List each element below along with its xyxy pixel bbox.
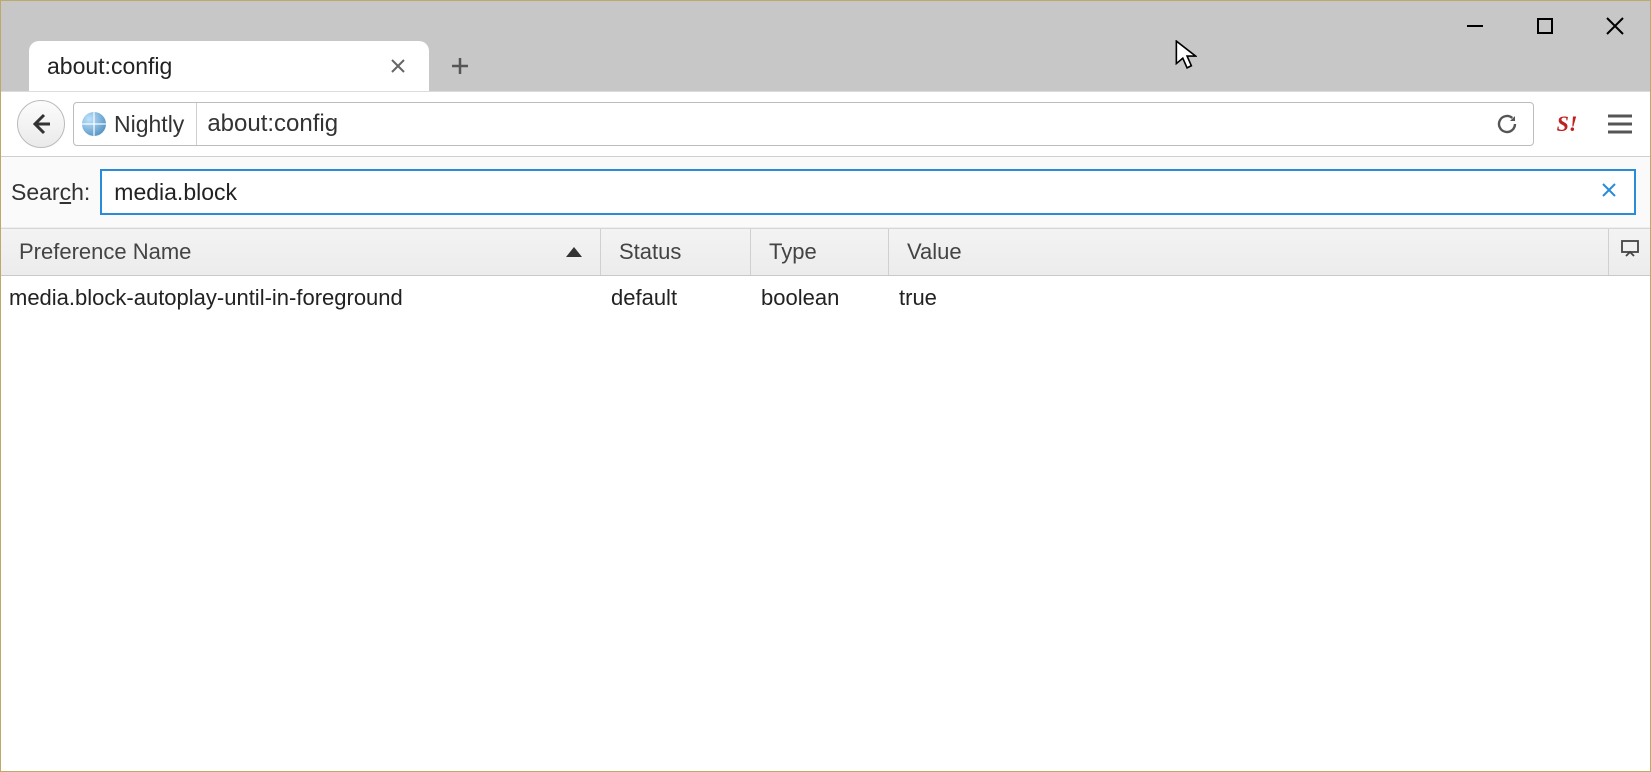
minimize-button[interactable]: [1440, 1, 1510, 51]
preference-rows: media.block-autoplay-until-in-foreground…: [1, 276, 1650, 771]
about-config-content: Search: Preference Name Status Type Valu…: [1, 157, 1650, 771]
cell-status: default: [601, 285, 751, 311]
search-label: Search:: [11, 179, 90, 206]
navigation-toolbar: Nightly S!: [1, 91, 1650, 157]
url-bar[interactable]: Nightly: [73, 102, 1534, 146]
column-header-value[interactable]: Value: [889, 229, 1608, 275]
cell-type: boolean: [751, 285, 889, 311]
column-header-status[interactable]: Status: [601, 229, 751, 275]
table-row[interactable]: media.block-autoplay-until-in-foreground…: [1, 276, 1650, 320]
sort-ascending-icon: [566, 247, 582, 257]
identity-label: Nightly: [114, 111, 184, 138]
column-picker-icon: [1620, 239, 1640, 265]
tab-about-config[interactable]: about:config: [29, 41, 429, 91]
url-input[interactable]: [207, 110, 1479, 138]
back-button[interactable]: [17, 100, 65, 148]
cell-value: true: [889, 285, 1650, 311]
clear-search-icon[interactable]: [1596, 178, 1622, 206]
extension-icon[interactable]: S!: [1552, 109, 1582, 139]
column-header-type-label: Type: [769, 239, 817, 265]
column-header-status-label: Status: [619, 239, 681, 265]
close-tab-icon[interactable]: [385, 51, 411, 82]
tab-strip: about:config: [1, 1, 1650, 91]
column-header-name-label: Preference Name: [19, 239, 191, 265]
search-row: Search:: [1, 157, 1650, 228]
tab-title: about:config: [47, 53, 385, 80]
reload-button[interactable]: [1489, 112, 1525, 136]
column-header-type[interactable]: Type: [751, 229, 889, 275]
column-header-name[interactable]: Preference Name: [1, 229, 601, 275]
close-window-button[interactable]: [1580, 1, 1650, 51]
new-tab-button[interactable]: [435, 41, 485, 91]
window-controls: [1440, 1, 1650, 51]
site-identity[interactable]: Nightly: [82, 103, 197, 145]
column-picker-button[interactable]: [1608, 229, 1650, 275]
search-input[interactable]: [114, 179, 1596, 206]
maximize-button[interactable]: [1510, 1, 1580, 51]
globe-icon: [82, 112, 106, 136]
browser-window: about:config Nightl: [0, 0, 1651, 772]
menu-button[interactable]: [1600, 104, 1640, 144]
table-header: Preference Name Status Type Value: [1, 228, 1650, 276]
search-box: [100, 169, 1636, 215]
cell-name: media.block-autoplay-until-in-foreground: [1, 285, 601, 311]
column-header-value-label: Value: [907, 239, 962, 265]
